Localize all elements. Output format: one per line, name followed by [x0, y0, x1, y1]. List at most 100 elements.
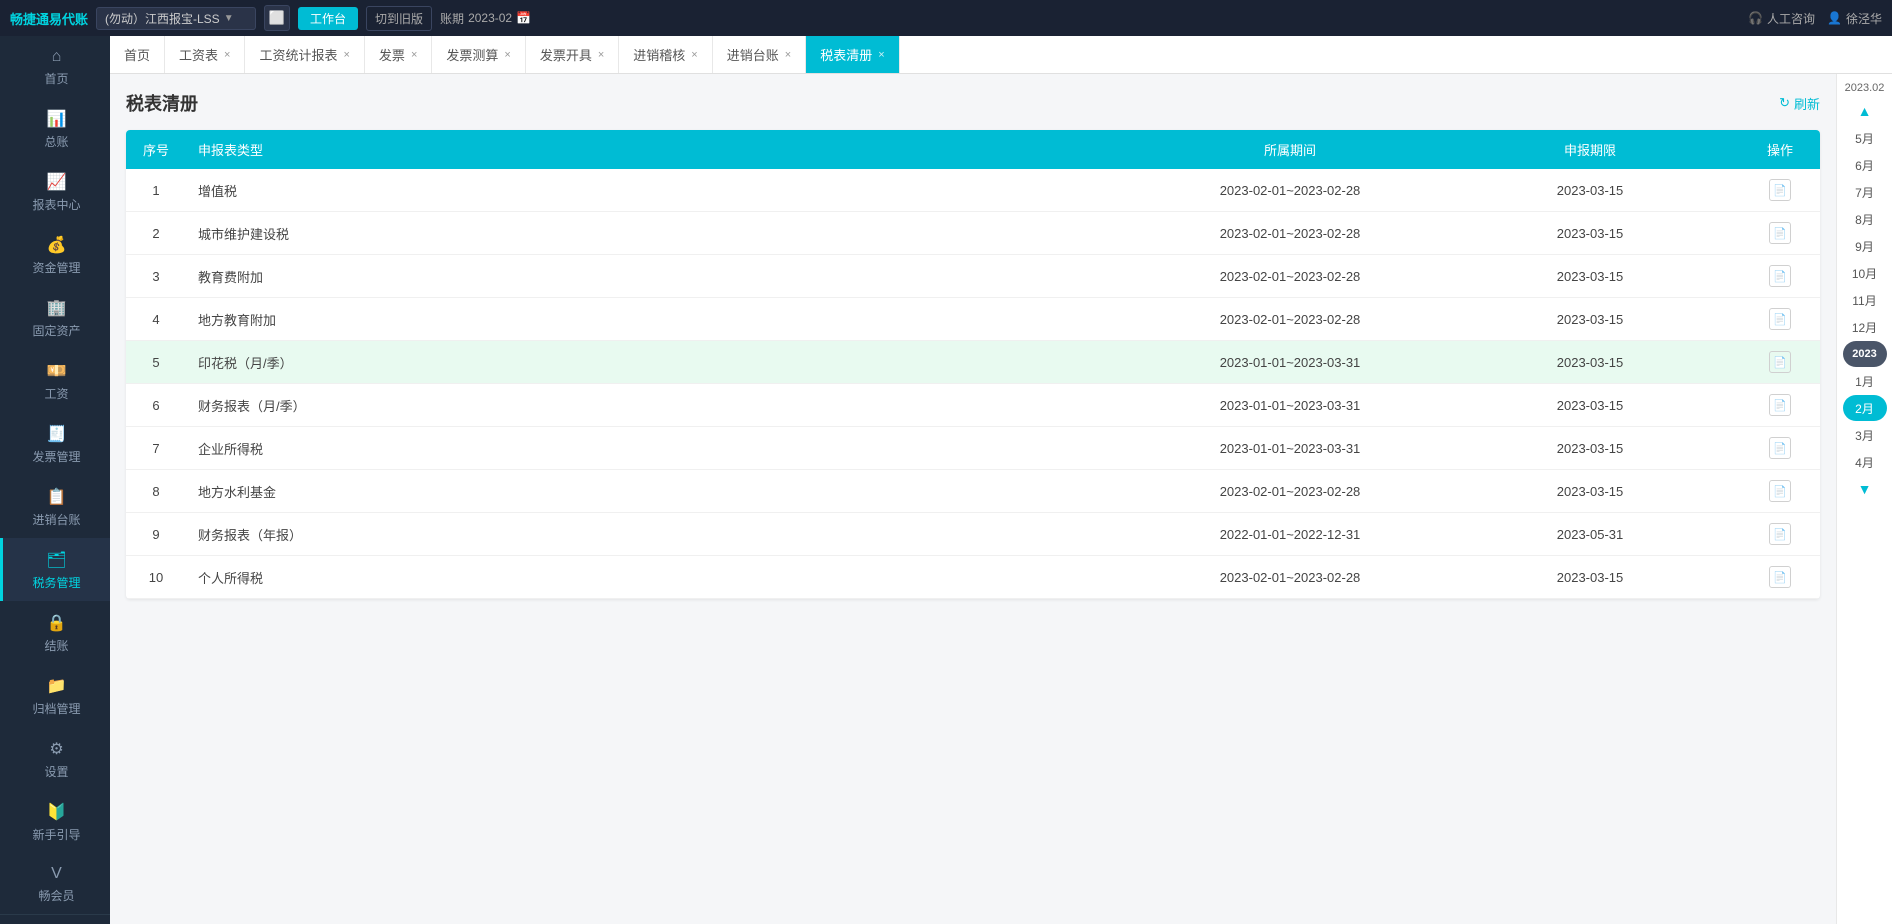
copy-icon[interactable]: ⬜	[264, 5, 290, 31]
sidebar-label-salary: 工资	[44, 385, 68, 402]
cell-seq: 8	[126, 470, 186, 513]
tab-close-salary-table[interactable]: ×	[224, 49, 230, 61]
tab-close-purchase-audit[interactable]: ×	[691, 49, 697, 61]
cell-seq: 7	[126, 427, 186, 470]
tab-invoice-open[interactable]: 发票开具×	[526, 36, 619, 74]
month-item-2[interactable]: 7月	[1843, 179, 1887, 205]
sidebar-item-reports[interactable]: 📈 报表中心	[0, 160, 110, 223]
action-button-9[interactable]: 📄	[1769, 523, 1791, 545]
tab-home[interactable]: 首页	[110, 36, 165, 74]
col-seq: 序号	[126, 130, 186, 169]
sidebar-label-invoice: 发票管理	[32, 448, 80, 465]
nav-down-button[interactable]: ▼	[1852, 476, 1878, 502]
sidebar-item-tax[interactable]: 🗂 税务管理	[0, 538, 110, 601]
sidebar-item-invoice[interactable]: 🧾 发票管理	[0, 412, 110, 475]
action-button-7[interactable]: 📄	[1769, 437, 1791, 459]
right-panel: 2023.02 ▲ 5月6月7月8月9月10月11月12月20231月2月3月4…	[1836, 74, 1892, 924]
action-button-4[interactable]: 📄	[1769, 308, 1791, 330]
right-actions: 🎧 人工咨询 👤 徐泾华	[1748, 10, 1882, 27]
sidebar-label-funds: 资金管理	[32, 259, 80, 276]
cell-seq: 4	[126, 298, 186, 341]
sidebar-item-ledger[interactable]: 📊 总账	[0, 97, 110, 160]
guide-icon: 🔰	[47, 802, 67, 822]
table-row: 2 城市维护建设税 2023-02-01~2023-02-28 2023-03-…	[126, 212, 1820, 255]
month-item-1[interactable]: 6月	[1843, 152, 1887, 178]
user-menu[interactable]: 👤 徐泾华	[1827, 10, 1882, 27]
sidebar-label-vip: 畅会员	[38, 887, 74, 904]
month-item-11[interactable]: 3月	[1843, 422, 1887, 448]
sidebar-item-settings[interactable]: ⚙ 设置	[0, 727, 110, 790]
col-period: 所属期间	[1140, 130, 1440, 169]
switch-old-button[interactable]: 切到旧版	[366, 6, 432, 31]
cell-action: 📄	[1740, 470, 1820, 513]
action-button-8[interactable]: 📄	[1769, 480, 1791, 502]
sidebar: ⌂ 首页 📊 总账 📈 报表中心 💰 资金管理 🏢 固定资产 💴 工资 🧾 发票…	[0, 36, 110, 924]
tab-close-tax-list[interactable]: ×	[878, 49, 884, 61]
action-button-5[interactable]: 📄	[1769, 351, 1791, 373]
tab-invoice[interactable]: 发票 ×	[365, 36, 432, 74]
month-item-7[interactable]: 12月	[1843, 314, 1887, 340]
table-row: 3 教育费附加 2023-02-01~2023-02-28 2023-03-15…	[126, 255, 1820, 298]
sidebar-item-funds[interactable]: 💰 资金管理	[0, 223, 110, 286]
sidebar-item-salary[interactable]: 💴 工资	[0, 349, 110, 412]
workbench-button[interactable]: 工作台	[298, 7, 358, 30]
tab-invoice-calc[interactable]: 发票测算 ×	[432, 36, 525, 74]
content-area: 首页工资表×工资统计报表×发票×发票测算×发票开具×进销稽核×进销台账×税表清册…	[110, 36, 1892, 924]
tab-close-invoice-calc[interactable]: ×	[504, 49, 510, 61]
ai-consult[interactable]: 🎧 人工咨询	[1748, 10, 1815, 27]
month-item-6[interactable]: 11月	[1843, 287, 1887, 313]
action-button-2[interactable]: 📄	[1769, 222, 1791, 244]
action-button-3[interactable]: 📄	[1769, 265, 1791, 287]
cell-period: 2023-01-01~2023-03-31	[1140, 427, 1440, 470]
cell-seq: 6	[126, 384, 186, 427]
refresh-button[interactable]: ↻ 刷新	[1779, 94, 1820, 113]
sidebar-item-home[interactable]: ⌂ 首页	[0, 36, 110, 97]
tab-close-purchase-ledger[interactable]: ×	[785, 49, 791, 61]
ledger-icon: 📊	[47, 109, 67, 129]
tab-close-salary-stats[interactable]: ×	[343, 49, 349, 61]
tab-close-invoice[interactable]: ×	[411, 49, 417, 61]
reports-icon: 📈	[47, 172, 67, 192]
action-button-6[interactable]: 📄	[1769, 394, 1791, 416]
cell-action: 📄	[1740, 341, 1820, 384]
company-selector[interactable]: (勿动）江西报宝-LSS ▼	[96, 7, 256, 30]
month-item-9[interactable]: 1月	[1843, 368, 1887, 394]
cell-period: 2023-02-01~2023-02-28	[1140, 212, 1440, 255]
month-item-8[interactable]: 2023	[1843, 341, 1887, 367]
tab-tax-list[interactable]: 税表清册 ×	[806, 36, 899, 74]
month-item-12[interactable]: 4月	[1843, 449, 1887, 475]
tab-label-purchase-ledger: 进销台账	[727, 45, 779, 64]
tab-purchase-audit[interactable]: 进销稽核×	[619, 36, 712, 74]
month-item-5[interactable]: 10月	[1843, 260, 1887, 286]
nav-up-button[interactable]: ▲	[1852, 98, 1878, 124]
calendar-icon[interactable]: 📅	[516, 11, 531, 25]
app-logo: 畅捷通易代账	[10, 9, 88, 28]
tab-close-invoice-open[interactable]: ×	[598, 49, 604, 61]
month-item-10[interactable]: 2月	[1843, 395, 1887, 421]
sidebar-item-guide[interactable]: 🔰 新手引导	[0, 790, 110, 853]
cell-seq: 9	[126, 513, 186, 556]
tab-salary-table[interactable]: 工资表×	[165, 36, 245, 74]
cell-action: 📄	[1740, 169, 1820, 212]
chevron-down-icon: ▼	[224, 13, 234, 24]
top-bar: 畅捷通易代账 (勿动）江西报宝-LSS ▼ ⬜ 工作台 切到旧版 账期 2023…	[0, 0, 1892, 36]
cell-action: 📄	[1740, 212, 1820, 255]
tab-purchase-ledger[interactable]: 进销台账 ×	[713, 36, 806, 74]
month-item-3[interactable]: 8月	[1843, 206, 1887, 232]
sidebar-item-vip[interactable]: V 畅会员	[0, 853, 110, 914]
action-button-1[interactable]: 📄	[1769, 179, 1791, 201]
sidebar-label-tax: 税务管理	[32, 574, 80, 591]
sidebar-item-closing[interactable]: 🔒 结账	[0, 601, 110, 664]
tab-label-invoice: 发票	[379, 45, 405, 64]
tab-salary-stats[interactable]: 工资统计报表×	[245, 36, 364, 74]
month-item-4[interactable]: 9月	[1843, 233, 1887, 259]
sidebar-item-assets[interactable]: 🏢 固定资产	[0, 286, 110, 349]
archive-icon: 📁	[47, 676, 67, 696]
month-item-0[interactable]: 5月	[1843, 125, 1887, 151]
action-button-10[interactable]: 📄	[1769, 566, 1791, 588]
tax-table: 序号 申报表类型 所属期间 申报期限 操作 1 增值税 2023-02-01~2…	[126, 130, 1820, 599]
sidebar-item-archive[interactable]: 📁 归档管理	[0, 664, 110, 727]
tab-label-invoice-calc: 发票测算	[446, 45, 498, 64]
tab-label-tax-list: 税表清册	[820, 45, 872, 64]
sidebar-item-purchase[interactable]: 📋 进销台账	[0, 475, 110, 538]
